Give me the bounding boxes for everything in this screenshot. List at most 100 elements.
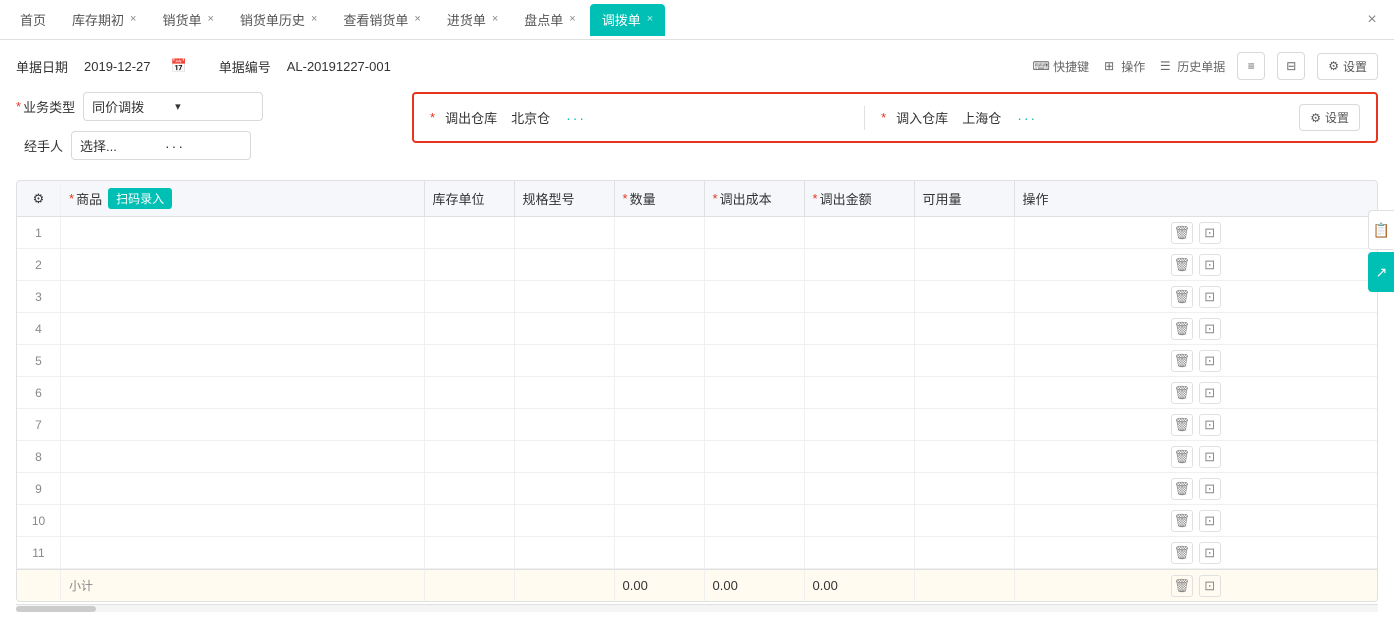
delete-row-10-button[interactable]: 🗑 [1171, 510, 1193, 532]
tab-close-purchase[interactable]: × [492, 14, 498, 25]
td-spec-7[interactable] [515, 409, 615, 441]
td-amount-3[interactable] [805, 281, 915, 313]
td-cost-8[interactable] [705, 441, 805, 473]
td-amount-4[interactable] [805, 313, 915, 345]
td-qty-11[interactable] [615, 537, 705, 569]
td-spec-8[interactable] [515, 441, 615, 473]
td-spec-1[interactable] [515, 217, 615, 249]
td-unit-1[interactable] [425, 217, 515, 249]
td-product-5[interactable] [61, 345, 425, 377]
tab-home[interactable]: 首页 [8, 4, 58, 36]
copy-row-1-button[interactable]: ⊡ [1199, 222, 1221, 244]
td-cost-7[interactable] [705, 409, 805, 441]
subtotal-copy-icon[interactable]: ⊡ [1199, 575, 1221, 597]
out-warehouse-more[interactable]: ··· [566, 110, 586, 126]
td-amount-1[interactable] [805, 217, 915, 249]
td-qty-6[interactable] [615, 377, 705, 409]
delete-row-4-button[interactable]: 🗑 [1171, 318, 1193, 340]
td-spec-9[interactable] [515, 473, 615, 505]
td-product-4[interactable] [61, 313, 425, 345]
td-product-11[interactable] [61, 537, 425, 569]
td-product-2[interactable] [61, 249, 425, 281]
delete-row-2-button[interactable]: 🗑 [1171, 254, 1193, 276]
td-avail-5[interactable] [915, 345, 1015, 377]
td-unit-8[interactable] [425, 441, 515, 473]
shortcuts-button[interactable]: ⌨ 快捷键 [1033, 58, 1089, 75]
td-unit-2[interactable] [425, 249, 515, 281]
td-avail-1[interactable] [915, 217, 1015, 249]
copy-row-4-button[interactable]: ⊡ [1199, 318, 1221, 340]
delete-row-1-button[interactable]: 🗑 [1171, 222, 1193, 244]
tab-close-init-inventory[interactable]: × [130, 14, 136, 25]
delete-row-9-button[interactable]: 🗑 [1171, 478, 1193, 500]
td-product-9[interactable] [61, 473, 425, 505]
td-cost-11[interactable] [705, 537, 805, 569]
td-amount-11[interactable] [805, 537, 915, 569]
delete-row-7-button[interactable]: 🗑 [1171, 414, 1193, 436]
td-cost-2[interactable] [705, 249, 805, 281]
td-unit-10[interactable] [425, 505, 515, 537]
td-unit-3[interactable] [425, 281, 515, 313]
th-settings[interactable]: ⚙ [17, 183, 61, 215]
scrollbar-thumb[interactable] [16, 606, 96, 612]
td-product-1[interactable] [61, 217, 425, 249]
tab-close-sales-history[interactable]: × [311, 14, 317, 25]
td-unit-7[interactable] [425, 409, 515, 441]
td-avail-9[interactable] [915, 473, 1015, 505]
td-avail-8[interactable] [915, 441, 1015, 473]
td-amount-10[interactable] [805, 505, 915, 537]
td-cost-1[interactable] [705, 217, 805, 249]
td-unit-11[interactable] [425, 537, 515, 569]
td-product-6[interactable] [61, 377, 425, 409]
td-spec-2[interactable] [515, 249, 615, 281]
settings-button[interactable]: ⚙ 设置 [1317, 53, 1378, 80]
td-cost-5[interactable] [705, 345, 805, 377]
tab-purchase-order[interactable]: 进货单 × [435, 4, 510, 36]
delete-row-3-button[interactable]: 🗑 [1171, 286, 1193, 308]
td-unit-9[interactable] [425, 473, 515, 505]
tab-view-sales[interactable]: 查看销货单 × [331, 4, 432, 36]
td-avail-4[interactable] [915, 313, 1015, 345]
copy-row-11-button[interactable]: ⊡ [1199, 542, 1221, 564]
handler-more-icon[interactable]: ··· [165, 138, 242, 154]
tab-close-inventory-check[interactable]: × [569, 14, 575, 25]
copy-row-7-button[interactable]: ⊡ [1199, 414, 1221, 436]
horizontal-scrollbar[interactable] [16, 604, 1378, 612]
copy-row-3-button[interactable]: ⊡ [1199, 286, 1221, 308]
td-spec-10[interactable] [515, 505, 615, 537]
tab-close-view-sales[interactable]: × [414, 14, 420, 25]
td-qty-1[interactable] [615, 217, 705, 249]
copy-row-9-button[interactable]: ⊡ [1199, 478, 1221, 500]
copy-row-10-button[interactable]: ⊡ [1199, 510, 1221, 532]
td-spec-5[interactable] [515, 345, 615, 377]
td-qty-3[interactable] [615, 281, 705, 313]
td-spec-3[interactable] [515, 281, 615, 313]
td-avail-2[interactable] [915, 249, 1015, 281]
tab-close-transfer[interactable]: × [647, 14, 653, 25]
td-spec-6[interactable] [515, 377, 615, 409]
td-avail-10[interactable] [915, 505, 1015, 537]
delete-row-8-button[interactable]: 🗑 [1171, 446, 1193, 468]
td-avail-6[interactable] [915, 377, 1015, 409]
tab-init-inventory[interactable]: 库存期初 × [60, 4, 148, 36]
tab-transfer-order[interactable]: 调拨单 × [590, 4, 665, 36]
td-amount-7[interactable] [805, 409, 915, 441]
td-product-8[interactable] [61, 441, 425, 473]
td-cost-3[interactable] [705, 281, 805, 313]
td-product-10[interactable] [61, 505, 425, 537]
warehouse-settings-button[interactable]: ⚙ 设置 [1299, 104, 1360, 131]
copy-row-8-button[interactable]: ⊡ [1199, 446, 1221, 468]
in-warehouse-more[interactable]: ··· [1017, 110, 1037, 126]
td-spec-11[interactable] [515, 537, 615, 569]
calendar-icon[interactable]: 📅 [171, 58, 187, 74]
td-avail-3[interactable] [915, 281, 1015, 313]
history-button[interactable]: ☰ 历史单据 [1157, 58, 1225, 75]
td-qty-2[interactable] [615, 249, 705, 281]
business-type-select[interactable]: 同价调拨 ▾ [83, 92, 263, 121]
td-qty-5[interactable] [615, 345, 705, 377]
table-layout-button[interactable]: ⊟ [1277, 52, 1305, 80]
td-unit-5[interactable] [425, 345, 515, 377]
td-product-3[interactable] [61, 281, 425, 313]
td-cost-9[interactable] [705, 473, 805, 505]
td-amount-9[interactable] [805, 473, 915, 505]
